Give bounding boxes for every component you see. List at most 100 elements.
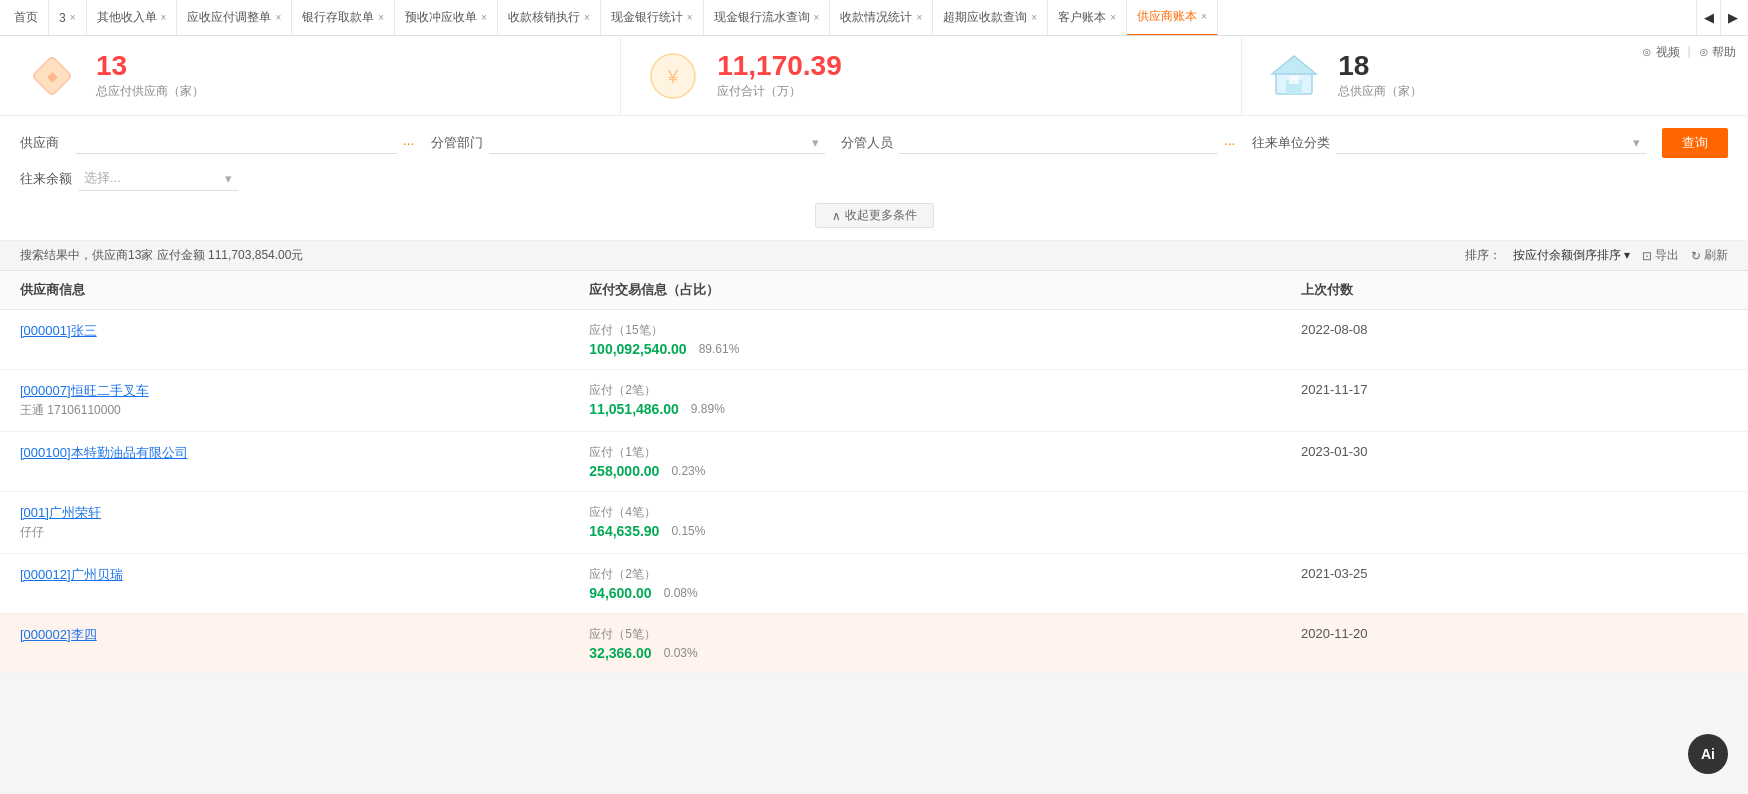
person-filter-dots[interactable]: ···	[1224, 135, 1236, 151]
stat-payable-amount: ¥ 11,170.39 应付合计（万）	[621, 36, 1242, 115]
nav-tab-home[interactable]: 首页	[4, 0, 49, 36]
close-tab-cash-bank-flow[interactable]: ×	[814, 12, 820, 23]
category-filter-chevron-icon: ▾	[1633, 135, 1640, 150]
query-button[interactable]: 查询	[1662, 128, 1728, 158]
video-link[interactable]: ⊙ 视频	[1642, 44, 1679, 61]
nav-tab-overdue-ar[interactable]: 超期应收款查询 ×	[933, 0, 1048, 36]
lastpay-date-bente: 2023-01-30	[1301, 444, 1368, 459]
supplier-sub-hengwang: 王通 17106110000	[20, 402, 589, 419]
export-icon: ⊡	[1642, 249, 1652, 263]
nav-tab-prepay-ar[interactable]: 预收冲应收单 ×	[395, 0, 498, 36]
close-tab-cash-bank-stat[interactable]: ×	[687, 12, 693, 23]
close-tab-3[interactable]: ×	[70, 12, 76, 23]
trans-amount-bente[interactable]: 258,000.00	[589, 463, 659, 479]
sort-select[interactable]: 按应付余额倒序排序 ▾	[1513, 247, 1630, 264]
trans-amount-lisi[interactable]: 32,366.00	[589, 645, 651, 661]
table-row: [000012]广州贝瑞 应付（2笔） 94,600.00 0.08% 2021…	[0, 554, 1748, 614]
transaction-info-guangzhourongxuan: 应付（4笔） 164,635.90 0.15%	[589, 504, 1301, 539]
trans-label-hengwang: 应付（2笔）	[589, 382, 1301, 399]
help-link[interactable]: ⊙ 帮助	[1699, 44, 1736, 61]
stats-bar: ◆ 13 总应付供应商（家） ¥ 11,170.39 应付合计（万） 18 总供…	[0, 36, 1748, 116]
category-filter-select[interactable]: ▾	[1336, 132, 1647, 154]
collapse-button[interactable]: ∧ 收起更多条件	[815, 203, 934, 228]
close-tab-collection-verify[interactable]: ×	[584, 12, 590, 23]
link-divider: |	[1688, 44, 1691, 61]
nav-tab-supplier-ledger[interactable]: 供应商账本 ×	[1127, 0, 1218, 36]
table-row: [001]广州荣轩 仔仔 应付（4笔） 164,635.90 0.15%	[0, 492, 1748, 554]
nav-tab-overdue-ar-label: 超期应收款查询	[943, 9, 1027, 26]
nav-tab-customer-ledger[interactable]: 客户账本 ×	[1048, 0, 1127, 36]
supplier-link-lisi[interactable]: [000002]李四	[20, 627, 97, 642]
nav-tab-collection-verify-label: 收款核销执行	[508, 9, 580, 26]
balance-filter-value: 选择...	[84, 169, 121, 187]
export-button[interactable]: ⊡ 导出	[1642, 247, 1679, 264]
trans-amount-zhangsan[interactable]: 100,092,540.00	[589, 341, 686, 357]
supplier-link-bente[interactable]: [000100]本特勤油品有限公司	[20, 445, 188, 460]
supplier-link-zhangsan[interactable]: [000001]张三	[20, 323, 97, 338]
top-links: ⊙ 视频 | ⊙ 帮助	[1642, 44, 1736, 61]
help-icon: ⊙	[1699, 45, 1709, 59]
close-tab-overdue-ar[interactable]: ×	[1031, 12, 1037, 23]
filter-row-1: 供应商 ··· 分管部门 ▾ 分管人员 ··· 往来单位分类 ▾ 查询	[20, 128, 1728, 158]
nav-tab-bank-deposit[interactable]: 银行存取款单 ×	[292, 0, 395, 36]
balance-filter-select[interactable]: 选择... ▾	[78, 166, 238, 191]
stat-payable-amount-number: 11,170.39	[717, 51, 842, 82]
supplier-filter-dots[interactable]: ···	[403, 135, 415, 151]
supplier-info-guangzhoubeiru: [000012]广州贝瑞	[20, 566, 589, 584]
nav-tab-cash-bank-flow[interactable]: 现金银行流水查询 ×	[704, 0, 831, 36]
transaction-info-hengwang: 应付（2笔） 11,051,486.00 9.89%	[589, 382, 1301, 417]
table-header: 供应商信息 应付交易信息（占比） 上次付数	[0, 271, 1748, 310]
refresh-label: 刷新	[1704, 247, 1728, 264]
sort-arrow-icon: ▾	[1624, 248, 1630, 262]
store-icon	[1266, 48, 1322, 104]
nav-right-arrow[interactable]: ▶	[1720, 0, 1744, 36]
header-lastpay: 上次付数	[1301, 281, 1728, 299]
close-tab-ar-ap-adjust[interactable]: ×	[275, 12, 281, 23]
person-filter-input[interactable]	[899, 132, 1218, 154]
trans-percent-zhangsan: 89.61%	[699, 342, 740, 356]
ai-badge[interactable]: Ai	[1688, 734, 1728, 774]
close-tab-supplier-ledger[interactable]: ×	[1201, 11, 1207, 22]
result-bar: 搜索结果中，供应商13家 应付金额 111,703,854.00元 排序： 按应…	[0, 241, 1748, 271]
trans-amount-hengwang[interactable]: 11,051,486.00	[589, 401, 679, 417]
nav-tab-customer-ledger-label: 客户账本	[1058, 9, 1106, 26]
row-bente: [000100]本特勤油品有限公司 应付（1笔） 258,000.00 0.23…	[0, 432, 1748, 491]
supplier-link-guangzhourongxuan[interactable]: [001]广州荣轩	[20, 505, 101, 520]
stat-total-suppliers-info: 18 总供应商（家）	[1338, 51, 1422, 101]
coin-icon: ¥	[645, 48, 701, 104]
close-tab-other-income[interactable]: ×	[161, 12, 167, 23]
supplier-filter-input[interactable]	[76, 132, 397, 154]
nav-tab-3[interactable]: 3 ×	[49, 0, 87, 36]
top-navigation: 首页 3 × 其他收入单 × 应收应付调整单 × 银行存取款单 × 预收冲应收单…	[0, 0, 1748, 36]
lastpay-date-hengwang: 2021-11-17	[1301, 382, 1368, 397]
nav-tab-other-income[interactable]: 其他收入单 ×	[87, 0, 178, 36]
stat-payable-suppliers: ◆ 13 总应付供应商（家）	[0, 36, 621, 115]
supplier-link-hengwang[interactable]: [000007]恒旺二手叉车	[20, 383, 149, 398]
trans-amount-guangzhoubeiru[interactable]: 94,600.00	[589, 585, 651, 601]
trans-amount-guangzhourongxuan[interactable]: 164,635.90	[589, 523, 659, 539]
lastpay-zhangsan: 2022-08-08	[1301, 322, 1728, 337]
supplier-link-guangzhoubeiru[interactable]: [000012]广州贝瑞	[20, 567, 123, 582]
nav-tab-collection-stat[interactable]: 收款情况统计 ×	[830, 0, 933, 36]
header-supplier: 供应商信息	[20, 281, 589, 299]
supplier-info-lisi: [000002]李四	[20, 626, 589, 644]
refresh-button[interactable]: ↻ 刷新	[1691, 247, 1728, 264]
dept-filter-select[interactable]: ▾	[489, 132, 826, 154]
nav-tab-ar-ap-adjust[interactable]: 应收应付调整单 ×	[177, 0, 292, 36]
nav-tab-cash-bank-stat[interactable]: 现金银行统计 ×	[601, 0, 704, 36]
trans-row-bente: 258,000.00 0.23%	[589, 463, 1301, 479]
close-tab-customer-ledger[interactable]: ×	[1110, 12, 1116, 23]
person-filter-label: 分管人员	[841, 134, 893, 152]
close-tab-collection-stat[interactable]: ×	[916, 12, 922, 23]
dept-filter-chevron-icon: ▾	[812, 135, 819, 150]
nav-tab-collection-verify[interactable]: 收款核销执行 ×	[498, 0, 601, 36]
nav-tab-cash-bank-stat-label: 现金银行统计	[611, 9, 683, 26]
trans-label-zhangsan: 应付（15笔）	[589, 322, 1301, 339]
supplier-info-guangzhourongxuan: [001]广州荣轩 仔仔	[20, 504, 589, 541]
nav-left-arrow[interactable]: ◀	[1696, 0, 1720, 36]
trans-percent-hengwang: 9.89%	[691, 402, 725, 416]
close-tab-prepay-ar[interactable]: ×	[481, 12, 487, 23]
stat-payable-amount-info: 11,170.39 应付合计（万）	[717, 51, 842, 101]
close-tab-bank-deposit[interactable]: ×	[378, 12, 384, 23]
stat-payable-suppliers-label: 总应付供应商（家）	[96, 83, 204, 100]
